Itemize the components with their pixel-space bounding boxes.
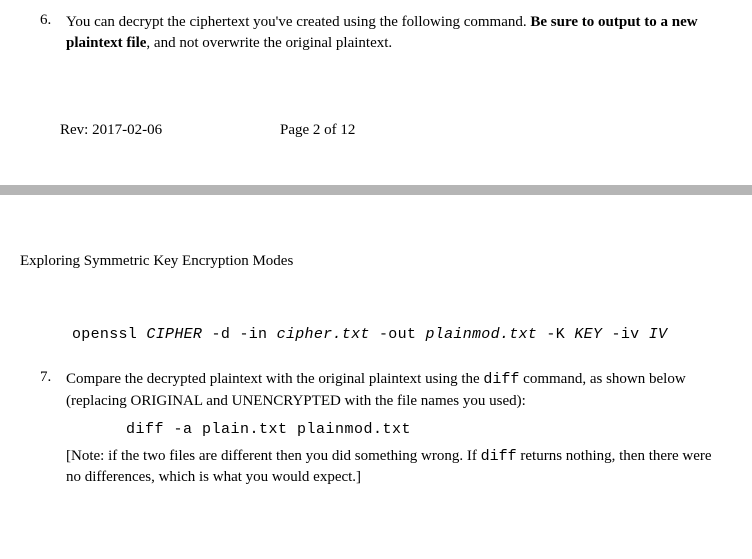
page-footer: Rev: 2017-02-06 Page 2 of 12 [40, 62, 712, 155]
diff-command: diff -a plain.txt plainmod.txt [126, 419, 712, 441]
cmd-cipher-txt: cipher.txt [277, 326, 370, 343]
list-item-7: 7. Compare the decrypted plaintext with … [40, 369, 712, 488]
cmd-plainmod: plainmod.txt [425, 326, 537, 343]
note-diff-inline: diff [481, 448, 517, 465]
cmd-openssl: openssl [72, 326, 146, 343]
list-number-7: 7. [40, 369, 66, 386]
item7-note: [Note: if the two files are different th… [66, 446, 712, 488]
openssl-command: openssl CIPHER -d -in cipher.txt -out pl… [72, 326, 712, 343]
item6-text-2: , and not overwrite the original plainte… [146, 35, 392, 51]
cmd-K: -K [537, 326, 574, 343]
section-title: Exploring Symmetric Key Encryption Modes [20, 253, 712, 270]
cmd-cipher: CIPHER [146, 326, 202, 343]
page-separator [0, 185, 752, 195]
page-bottom-section: Exploring Symmetric Key Encryption Modes… [0, 195, 752, 508]
cmd-iv-flag: -iv [602, 326, 649, 343]
cmd-d-in: -d -in [202, 326, 276, 343]
list-number-6: 6. [40, 12, 66, 29]
cmd-out: -out [370, 326, 426, 343]
note-part1: [Note: if the two files are different th… [66, 448, 481, 464]
item7-text-1: Compare the decrypted plaintext with the… [66, 371, 483, 387]
list-content-7: Compare the decrypted plaintext with the… [66, 369, 712, 488]
item7-diff-inline: diff [483, 371, 519, 388]
cmd-key: KEY [574, 326, 602, 343]
cmd-iv: IV [649, 326, 668, 343]
list-item-6: 6. You can decrypt the ciphertext you've… [40, 12, 712, 54]
page-top-section: 6. You can decrypt the ciphertext you've… [0, 0, 752, 185]
page-number: Page 2 of 12 [280, 122, 355, 139]
list-content-6: You can decrypt the ciphertext you've cr… [66, 12, 712, 54]
revision-date: Rev: 2017-02-06 [60, 122, 280, 139]
item6-text-1: You can decrypt the ciphertext you've cr… [66, 14, 530, 30]
